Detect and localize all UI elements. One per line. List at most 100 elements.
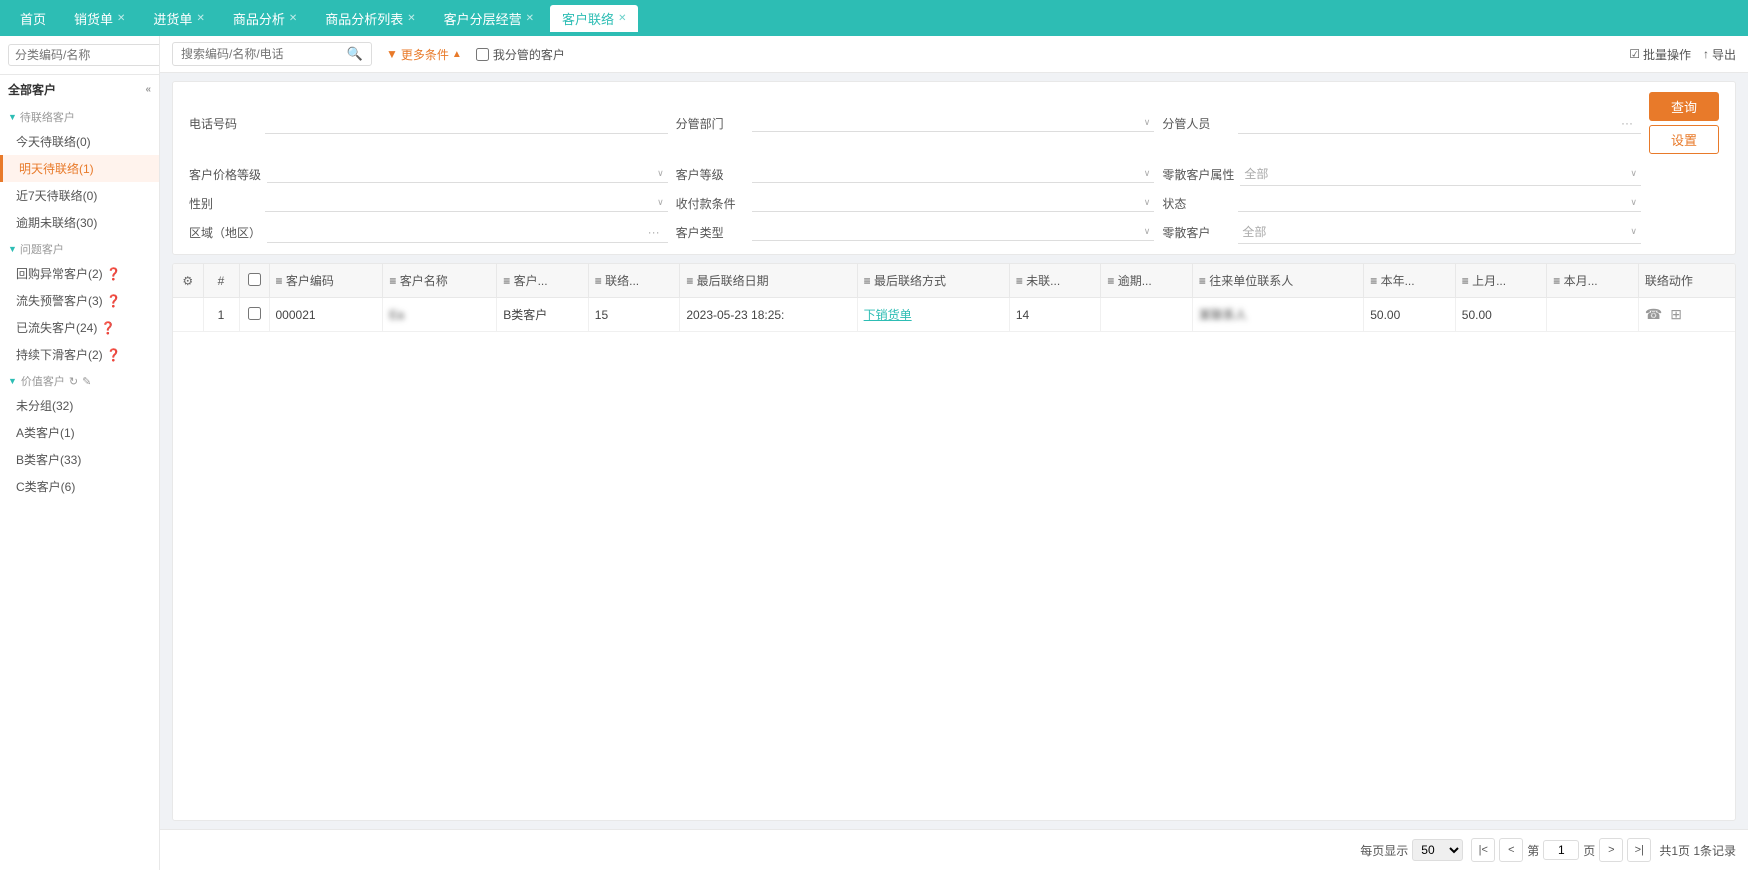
- filter-status: 状态 ∨: [1162, 194, 1641, 212]
- next-page-button[interactable]: >: [1599, 838, 1623, 862]
- nav-customer-tier[interactable]: 客户分层经营 ✕: [432, 5, 546, 32]
- chevron-down-icon: ∨: [1630, 197, 1637, 208]
- filter-person-select[interactable]: ···: [1238, 113, 1641, 134]
- sidebar-item-overdue[interactable]: 逾期未联络(30): [0, 209, 159, 236]
- filter-row-3: 性别 ∨ 收付款条件 ∨ 状态 ∨: [189, 194, 1719, 212]
- close-icon[interactable]: ✕: [117, 13, 125, 24]
- filter-dept: 分管部门 ∨: [676, 114, 1155, 132]
- filter-gender: 性别 ∨: [189, 194, 668, 212]
- filter-retail-customer-select[interactable]: 全部 ∨: [1238, 220, 1641, 244]
- row-last-date: 2023-05-23 18:25:: [680, 298, 857, 332]
- filter-region-select[interactable]: ···: [267, 222, 668, 243]
- set-button[interactable]: 设置: [1649, 125, 1719, 154]
- prev-page-button[interactable]: <: [1499, 838, 1523, 862]
- sidebar-item-7days[interactable]: 近7天待联络(0): [0, 182, 159, 209]
- filter-dept-select[interactable]: ∨: [752, 114, 1155, 132]
- close-icon[interactable]: ✕: [407, 13, 415, 24]
- filter-payment: 收付款条件 ∨: [676, 194, 1155, 212]
- col-header-overdue: ≡ 逾期...: [1101, 264, 1193, 298]
- filter-more-button[interactable]: ▼ 更多条件 ▲: [380, 43, 468, 66]
- chevron-down-icon: ∨: [1630, 168, 1637, 179]
- search-icon[interactable]: 🔍: [347, 46, 363, 62]
- search-box: 🔍: [172, 42, 372, 66]
- sidebar-all-customers[interactable]: 全部客户 «: [0, 75, 159, 104]
- chevron-down-icon: ∨: [1144, 226, 1151, 237]
- col-header-gear[interactable]: ⚙: [173, 264, 203, 298]
- page-input[interactable]: [1543, 840, 1579, 860]
- nav-purchase[interactable]: 进货单 ✕: [141, 5, 216, 32]
- filter-customer-type-select[interactable]: ∨: [752, 223, 1155, 241]
- filter-panel: 电话号码 分管部门 ∨ 分管人员 ··· 查询 设置: [172, 81, 1736, 255]
- more-icon[interactable]: ···: [644, 225, 664, 239]
- refresh-icon[interactable]: ↻: [69, 375, 78, 388]
- sidebar-item-class-b[interactable]: B类客户(33): [0, 446, 159, 473]
- filter-region: 区域（地区） ···: [189, 222, 668, 243]
- per-page-select[interactable]: 50 100 200: [1412, 839, 1463, 861]
- last-way-link[interactable]: 下销货单: [864, 308, 912, 322]
- sidebar-item-tomorrow[interactable]: 明天待联络(1): [0, 155, 159, 182]
- my-customers-check[interactable]: [476, 48, 489, 61]
- chevron-down-icon: ∨: [1144, 168, 1151, 179]
- last-page-button[interactable]: >|: [1627, 838, 1651, 862]
- filter-customer-type: 客户类型 ∨: [676, 223, 1155, 241]
- filter-phone-input[interactable]: [265, 113, 668, 134]
- row-checkbox[interactable]: [248, 307, 261, 320]
- my-customers-checkbox[interactable]: 我分管的客户: [476, 46, 565, 63]
- filter-payment-select[interactable]: ∨: [752, 194, 1155, 212]
- sidebar-item-declining[interactable]: 持续下滑客户(2) ❓: [0, 341, 159, 368]
- filter-status-select[interactable]: ∨: [1238, 194, 1641, 212]
- sidebar-search-input[interactable]: [8, 44, 160, 66]
- chevron-down-icon: ∨: [1144, 197, 1151, 208]
- bulk-op-button[interactable]: ☑ 批量操作: [1629, 46, 1691, 63]
- sidebar-item-class-a[interactable]: A类客户(1): [0, 419, 159, 446]
- filter-price-select[interactable]: ∨: [267, 165, 668, 183]
- col-header-no-contact: ≡ 未联...: [1009, 264, 1101, 298]
- sidebar-group-problem: 问题客户: [0, 236, 159, 260]
- filter-phone: 电话号码: [189, 113, 668, 134]
- query-button[interactable]: 查询: [1649, 92, 1719, 121]
- nav-product-analysis-list[interactable]: 商品分析列表 ✕: [313, 5, 427, 32]
- chevron-down-icon: ∨: [657, 197, 664, 208]
- col-header-contact: ≡ 联络...: [588, 264, 680, 298]
- sidebar-item-repurchase[interactable]: 回购异常客户(2) ❓: [0, 260, 159, 287]
- nav-customer-contact[interactable]: 客户联络 ✕: [550, 5, 638, 32]
- row-this-year: 50.00: [1364, 298, 1456, 332]
- pagination: 每页显示 50 100 200 |< < 第 页 > >| 共1页 1条记录: [160, 829, 1748, 870]
- call-icon[interactable]: ☎: [1645, 306, 1662, 323]
- toolbar-right: ☑ 批量操作 ↑ 导出: [1629, 46, 1736, 63]
- search-input[interactable]: [181, 47, 347, 61]
- per-page-selector: 每页显示 50 100 200: [1360, 839, 1463, 861]
- more-icon[interactable]: ···: [1617, 116, 1637, 130]
- nav-home[interactable]: 首页: [8, 5, 58, 32]
- col-header-check[interactable]: [239, 264, 269, 298]
- export-button[interactable]: ↑ 导出: [1703, 46, 1736, 63]
- col-header-this-month: ≡ 本月...: [1547, 264, 1639, 298]
- filter-retail-attr-select[interactable]: 全部 ∨: [1240, 162, 1641, 186]
- first-page-button[interactable]: |<: [1471, 838, 1495, 862]
- close-icon[interactable]: ✕: [526, 13, 534, 24]
- close-icon[interactable]: ✕: [618, 13, 626, 24]
- top-nav: 首页 销货单 ✕ 进货单 ✕ 商品分析 ✕ 商品分析列表 ✕ 客户分层经营 ✕ …: [0, 0, 1748, 36]
- col-header-action: 联络动作: [1638, 264, 1735, 298]
- col-header-code: ≡ 客户编码: [269, 264, 383, 298]
- gear-icon[interactable]: ⚙: [182, 274, 193, 288]
- chevron-down-icon: ∨: [657, 168, 664, 179]
- sidebar-item-lost-warn[interactable]: 流失预警客户(3) ❓: [0, 287, 159, 314]
- nav-sales[interactable]: 销货单 ✕: [62, 5, 137, 32]
- select-all-checkbox[interactable]: [248, 273, 261, 286]
- filter-customer-level-select[interactable]: ∨: [752, 165, 1155, 183]
- close-icon[interactable]: ✕: [196, 13, 204, 24]
- sidebar-item-today[interactable]: 今天待联络(0): [0, 128, 159, 155]
- collapse-icon: «: [145, 84, 151, 95]
- col-header-this-year: ≡ 本年...: [1364, 264, 1456, 298]
- sidebar-search-area: 🔍: [0, 36, 159, 75]
- edit-icon[interactable]: ✎: [82, 375, 91, 388]
- sidebar-item-lost[interactable]: 已流失客户(24) ❓: [0, 314, 159, 341]
- nav-product-analysis[interactable]: 商品分析 ✕: [221, 5, 309, 32]
- grid-icon[interactable]: ⊞: [1670, 306, 1682, 323]
- filter-gender-select[interactable]: ∨: [265, 194, 668, 212]
- sidebar-item-class-c[interactable]: C类客户(6): [0, 473, 159, 500]
- sidebar-item-unclassified[interactable]: 未分组(32): [0, 392, 159, 419]
- row-check[interactable]: [239, 298, 269, 332]
- close-icon[interactable]: ✕: [289, 13, 297, 24]
